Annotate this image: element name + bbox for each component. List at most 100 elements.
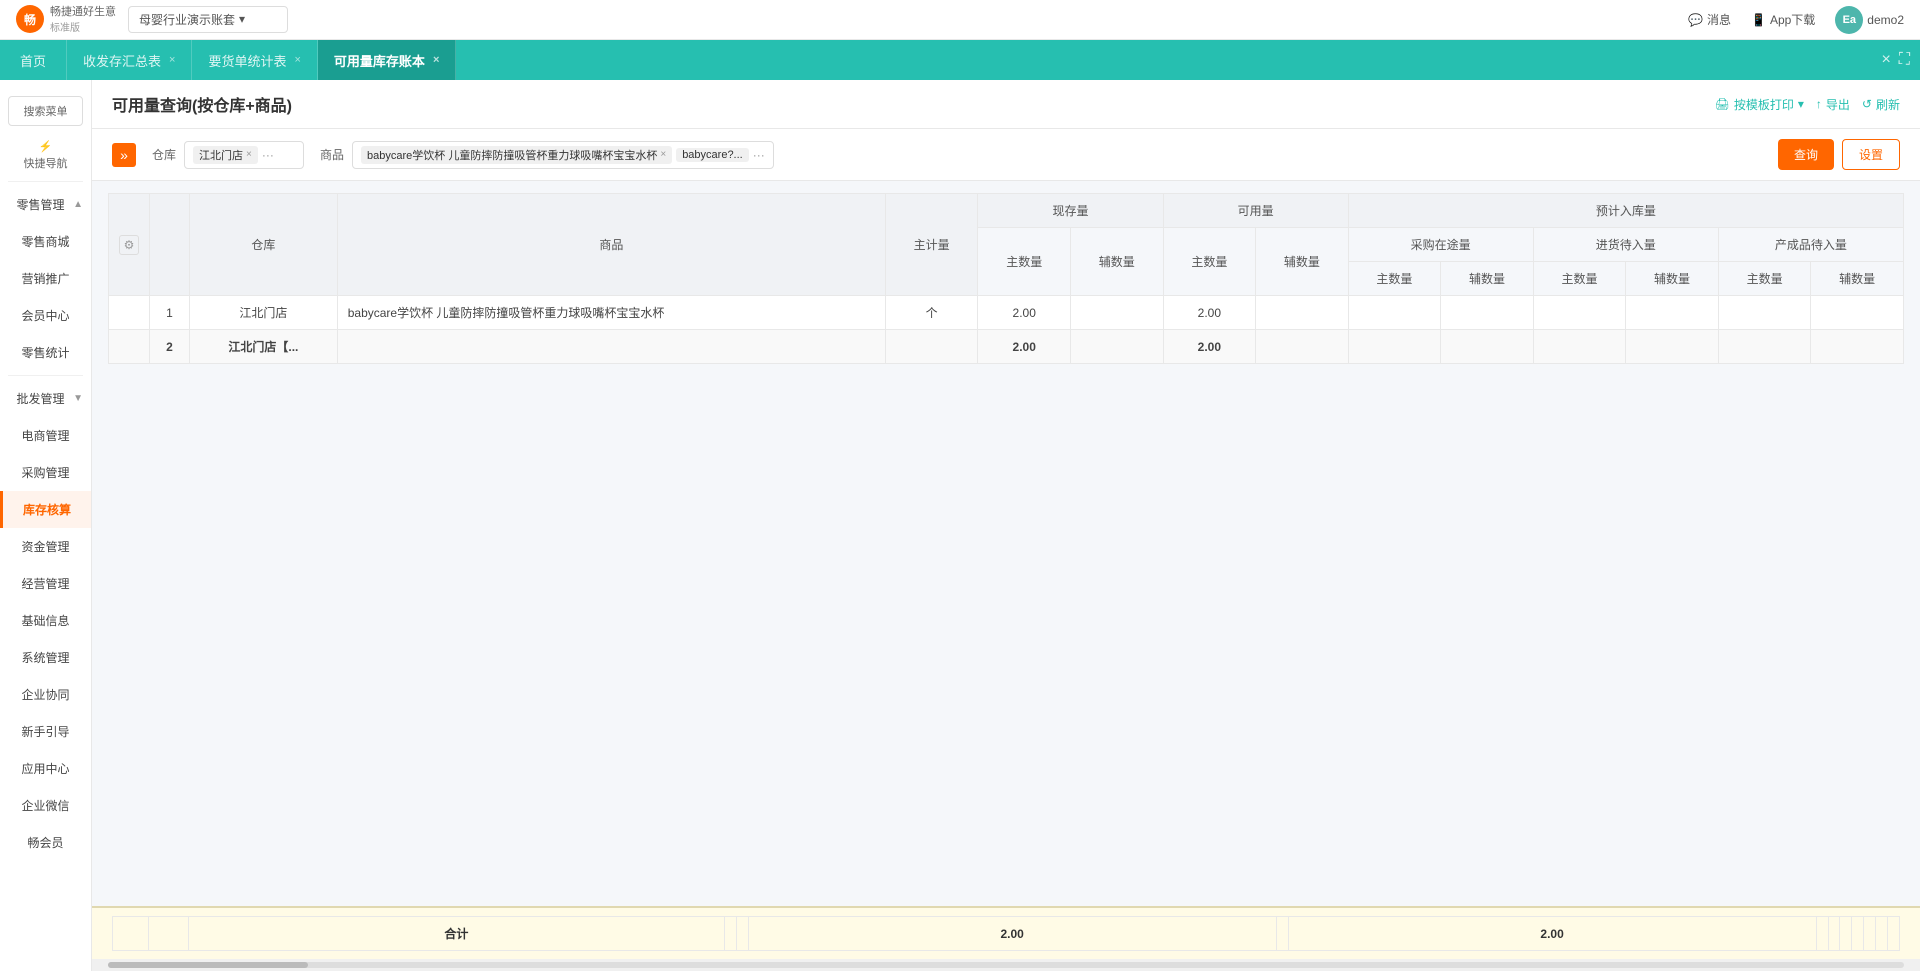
total-settings-cell xyxy=(113,917,149,951)
table-row: 1 江北门店 babycare学饮杯 儿童防摔防撞吸管杯重力球吸嘴杯宝宝水杯 个… xyxy=(109,296,1904,330)
tab-order-stats-close[interactable]: × xyxy=(294,54,300,66)
row-1-num: 1 xyxy=(150,296,190,330)
warehouse-tag-close-icon[interactable]: × xyxy=(246,149,252,160)
warehouse-filter-input[interactable]: 江北门店 × ··· xyxy=(184,141,304,169)
sidebar-item-new-guide[interactable]: 新手引导 xyxy=(0,713,91,750)
sidebar-item-marketing-label: 营销推广 xyxy=(8,270,83,287)
sidebar-item-purchase-mgmt[interactable]: 采购管理 xyxy=(0,454,91,491)
total-product-cell xyxy=(724,917,736,951)
print-template-label: 按模板打印 xyxy=(1734,96,1794,113)
row-2-purchase-main xyxy=(1348,330,1441,364)
sidebar-item-basic-info[interactable]: 基础信息 xyxy=(0,602,91,639)
sidebar-item-app-center-label: 应用中心 xyxy=(8,760,83,777)
product-tag-1-close-icon[interactable]: × xyxy=(660,149,666,160)
expand-window-icon[interactable]: ⛶ xyxy=(1899,51,1910,69)
sidebar-item-operations-mgmt[interactable]: 经营管理 xyxy=(0,565,91,602)
col-current-aux-header: 辅数量 xyxy=(1071,228,1164,296)
user-item[interactable]: Ea demo2 xyxy=(1835,6,1904,34)
main-layout: 搜索菜单 ⚡ 快捷导航 零售管理 ▲ 零售商城 营销推广 会员中心 零售统计 批… xyxy=(0,80,1920,971)
query-button[interactable]: 查询 xyxy=(1778,139,1834,170)
sidebar-item-wholesale-mgmt[interactable]: 批发管理 ▼ xyxy=(0,380,91,417)
search-menu-button[interactable]: 搜索菜单 xyxy=(8,96,83,126)
app-download-item[interactable]: 📱 App下载 xyxy=(1751,11,1815,28)
total-purchase-main-cell xyxy=(1828,917,1840,951)
sidebar-item-marketing[interactable]: 营销推广 xyxy=(0,260,91,297)
logo-text-block: 畅捷通好生意 标准版 xyxy=(50,5,116,34)
settings-button[interactable]: 设置 xyxy=(1842,139,1900,170)
row-1-avail-aux xyxy=(1256,296,1349,330)
sidebar-search-area: 搜索菜单 xyxy=(0,88,91,134)
sidebar-item-enterprise-wechat[interactable]: 企业微信 xyxy=(0,787,91,824)
row-2-current-main: 2.00 xyxy=(978,330,1071,364)
sidebar-item-retail-mall[interactable]: 零售商城 xyxy=(0,223,91,260)
total-unit-cell xyxy=(736,917,748,951)
row-2-unit xyxy=(885,330,978,364)
sidebar-item-inventory-check[interactable]: 库存核算 xyxy=(0,491,91,528)
refresh-btn[interactable]: ↺ 刷新 xyxy=(1862,96,1900,113)
sidebar-quick-nav[interactable]: ⚡ 快捷导航 xyxy=(0,134,91,177)
sidebar-item-new-guide-label: 新手引导 xyxy=(8,723,83,740)
warehouse-filter-label: 仓库 xyxy=(152,146,176,163)
top-bar-right: 💬 消息 📱 App下载 Ea demo2 xyxy=(1688,6,1904,34)
logo-text: 畅捷通好生意 xyxy=(50,5,116,19)
col-product-aux-header: 辅数量 xyxy=(1811,262,1904,296)
message-item[interactable]: 💬 消息 xyxy=(1688,11,1731,28)
product-more-icon[interactable]: ··· xyxy=(753,148,765,162)
sidebar-item-vip-member[interactable]: 畅会员 xyxy=(0,824,91,861)
scrollbar-thumb[interactable] xyxy=(108,962,308,968)
sidebar-item-ecommerce[interactable]: 电商管理 xyxy=(0,417,91,454)
quick-nav-label: 快捷导航 xyxy=(24,155,68,171)
product-tag-1-value: babycare学饮杯 儿童防摔防撞吸管杯重力球吸嘴杯宝宝水杯 xyxy=(367,147,657,163)
sidebar-item-app-center[interactable]: 应用中心 xyxy=(0,750,91,787)
tab-available-inventory-label: 可用量库存账本 xyxy=(334,51,425,70)
row-2-num: 2 xyxy=(150,330,190,364)
page-header: 可用量查询(按仓库+商品) 🖨 按模板打印 ▾ ↑ 导出 ↺ 刷新 xyxy=(92,80,1920,129)
row-2-purchase-aux xyxy=(1441,330,1534,364)
industry-selector[interactable]: 母婴行业演示账套 ▾ xyxy=(128,6,288,33)
print-template-btn[interactable]: 🖨 按模板打印 ▾ xyxy=(1715,96,1804,113)
sidebar-item-finance-mgmt[interactable]: 资金管理 xyxy=(0,528,91,565)
sidebar-item-retail-mgmt[interactable]: 零售管理 ▲ xyxy=(0,186,91,223)
row-2-avail-main: 2.00 xyxy=(1163,330,1256,364)
total-footer: 合计 2.00 2.00 xyxy=(92,906,1920,959)
total-product-aux-cell xyxy=(1887,917,1899,951)
tab-home[interactable]: 首页 xyxy=(0,40,67,80)
chevron-up-icon: ▲ xyxy=(73,199,83,210)
row-1-current-aux xyxy=(1071,296,1164,330)
sidebar-item-retail-stats[interactable]: 零售统计 xyxy=(0,334,91,371)
sidebar-item-system-mgmt[interactable]: 系统管理 xyxy=(0,639,91,676)
sidebar: 搜索菜单 ⚡ 快捷导航 零售管理 ▲ 零售商城 营销推广 会员中心 零售统计 批… xyxy=(0,80,92,971)
sidebar-item-finance-mgmt-label: 资金管理 xyxy=(8,538,83,555)
sidebar-item-member-center[interactable]: 会员中心 xyxy=(0,297,91,334)
product-filter-tag-2: babycare?... xyxy=(676,148,749,162)
row-2-warehouse: 江北门店【... xyxy=(190,330,338,364)
refresh-label: 刷新 xyxy=(1876,96,1900,113)
total-num-cell xyxy=(149,917,189,951)
tab-receive-summary[interactable]: 收发存汇总表 × xyxy=(67,40,192,80)
tab-available-inventory[interactable]: 可用量库存账本 × xyxy=(318,40,456,80)
nav-tabs: 首页 收发存汇总表 × 要货单统计表 × 可用量库存账本 × × ⛶ xyxy=(0,40,1920,80)
horizontal-scrollbar[interactable] xyxy=(92,959,1920,971)
export-btn[interactable]: ↑ 导出 xyxy=(1816,96,1850,113)
industry-label: 母婴行业演示账套 xyxy=(139,11,235,28)
col-current-stock-header: 现存量 xyxy=(978,194,1163,228)
table-wrapper: ⚙ 仓库 商品 主计量 现存量 可用量 预计入库量 主数量 辅数量 主数量 xyxy=(92,181,1920,906)
row-1-current-main: 2.00 xyxy=(978,296,1071,330)
total-avail-aux-cell xyxy=(1816,917,1828,951)
col-available-header: 可用量 xyxy=(1163,194,1348,228)
warehouse-more-icon[interactable]: ··· xyxy=(262,148,274,162)
product-filter-input[interactable]: babycare学饮杯 儿童防摔防撞吸管杯重力球吸嘴杯宝宝水杯 × babyca… xyxy=(352,141,774,169)
tab-available-inventory-close[interactable]: × xyxy=(433,54,439,66)
row-1-product: babycare学饮杯 儿童防摔防撞吸管杯重力球吸嘴杯宝宝水杯 xyxy=(337,296,885,330)
tab-order-stats[interactable]: 要货单统计表 × xyxy=(192,40,317,80)
filter-expand-button[interactable]: » xyxy=(112,143,136,167)
close-all-tabs-icon[interactable]: × xyxy=(1881,51,1890,69)
sidebar-divider-1 xyxy=(8,181,83,182)
col-product-header: 商品 xyxy=(337,194,885,296)
row-1-unit: 个 xyxy=(885,296,978,330)
sidebar-item-enterprise-collab[interactable]: 企业协同 xyxy=(0,676,91,713)
tab-receive-summary-close[interactable]: × xyxy=(169,54,175,66)
col-avail-aux-header: 辅数量 xyxy=(1256,228,1349,296)
table-settings-icon[interactable]: ⚙ xyxy=(119,235,139,255)
total-purchase-aux-cell xyxy=(1840,917,1852,951)
